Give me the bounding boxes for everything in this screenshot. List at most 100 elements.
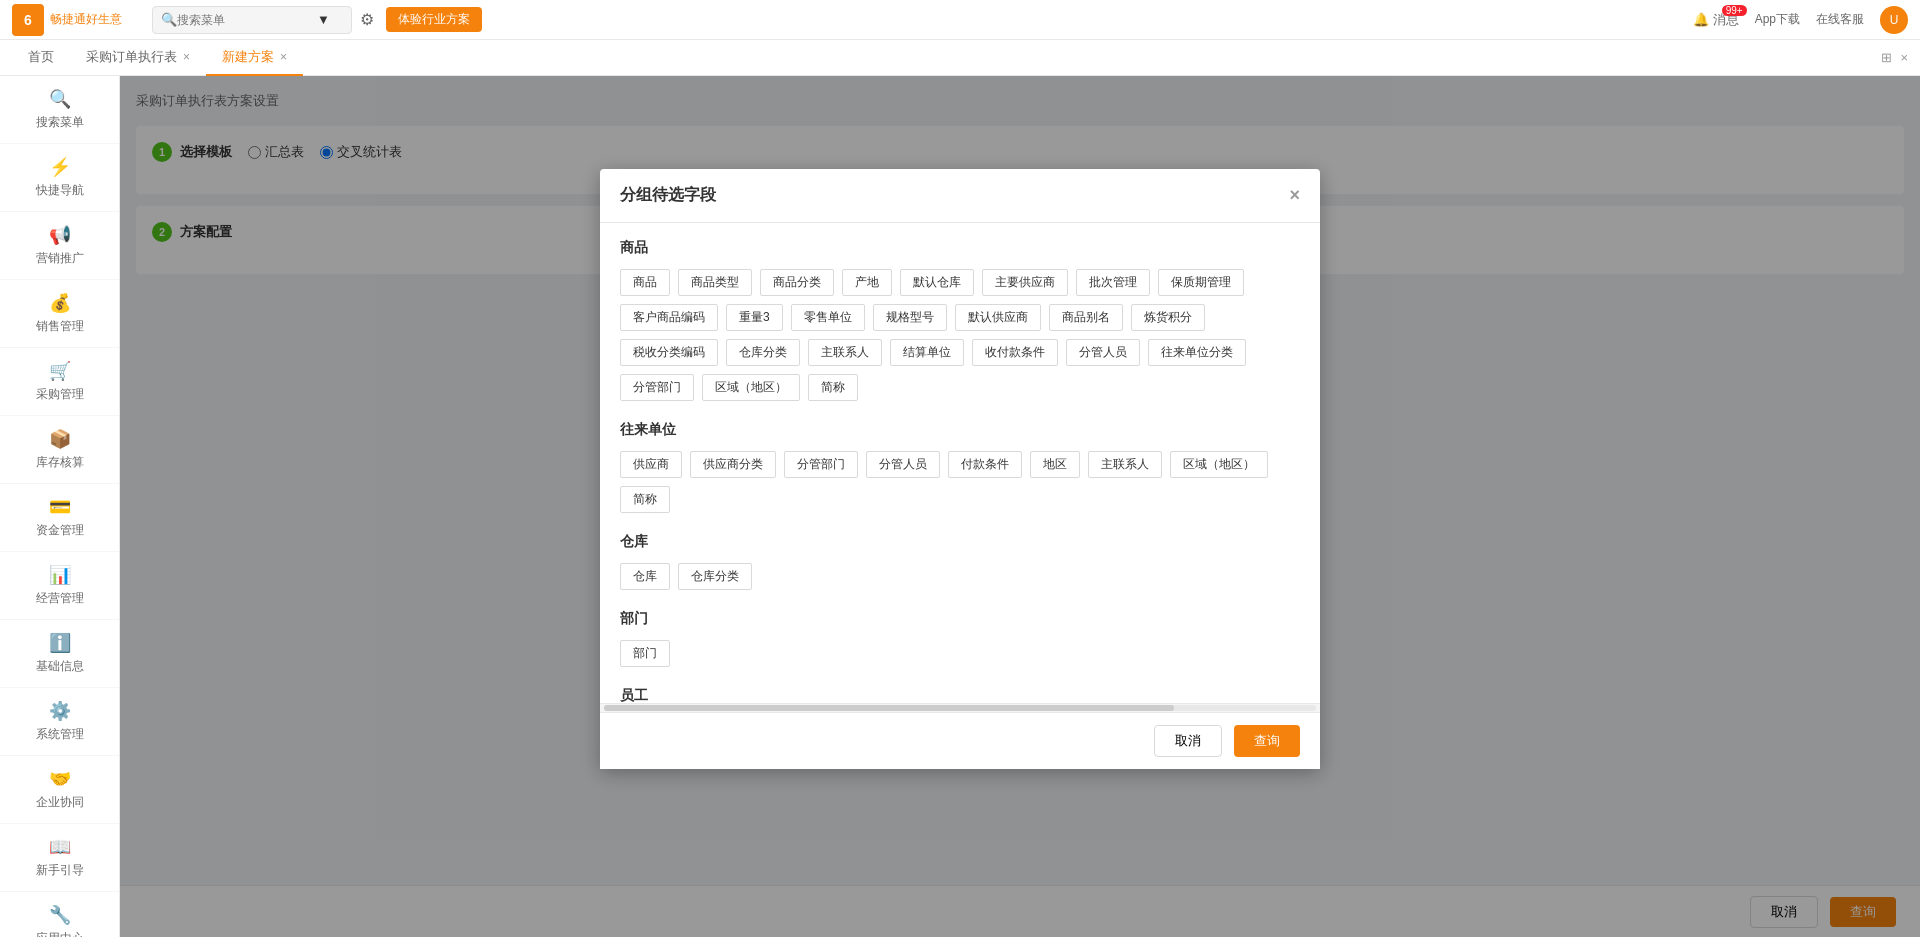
section-employee-title: 员工 <box>620 687 1300 703</box>
section-warehouse: 仓库 仓库 仓库分类 <box>620 533 1300 590</box>
field-tag[interactable]: 商品分类 <box>760 269 834 296</box>
sidebar-item-enterprise[interactable]: 🤝 企业协同 <box>0 756 119 824</box>
field-tag[interactable]: 结算单位 <box>890 339 964 366</box>
tab-home[interactable]: 首页 <box>12 40 70 76</box>
sidebar-item-system[interactable]: ⚙️ 系统管理 <box>0 688 119 756</box>
field-tag[interactable]: 区域（地区） <box>1170 451 1268 478</box>
sidebar-item-guide[interactable]: 📖 新手引导 <box>0 824 119 892</box>
field-tag[interactable]: 分管部门 <box>784 451 858 478</box>
sidebar-item-quicknav[interactable]: ⚡ 快捷导航 <box>0 144 119 212</box>
tab-close-all-icon[interactable]: × <box>1900 50 1908 65</box>
logo-icon: 6 <box>12 4 44 36</box>
finance-icon: 💳 <box>49 496 71 518</box>
dropdown-icon[interactable]: ▼ <box>317 12 330 27</box>
system-icon: ⚙️ <box>49 700 71 722</box>
field-tag[interactable]: 商品别名 <box>1049 304 1123 331</box>
tab-expand-icon[interactable]: ⊞ <box>1881 50 1892 65</box>
field-tag[interactable]: 保质期管理 <box>1158 269 1244 296</box>
app-download-link[interactable]: App下载 <box>1755 11 1800 28</box>
marketing-icon: 📢 <box>49 224 71 246</box>
sidebar-item-label: 采购管理 <box>36 386 84 403</box>
field-tag[interactable]: 简称 <box>620 486 670 513</box>
search-bar[interactable]: 🔍 ▼ <box>152 6 352 34</box>
field-tag[interactable]: 仓库 <box>620 563 670 590</box>
inventory-icon: 📦 <box>49 428 71 450</box>
field-tag[interactable]: 供应商分类 <box>690 451 776 478</box>
field-tag[interactable]: 付款条件 <box>948 451 1022 478</box>
notification-btn[interactable]: 🔔 消息 99+ <box>1693 11 1739 29</box>
gear-icon[interactable]: ⚙ <box>360 10 374 29</box>
field-tag[interactable]: 主要供应商 <box>982 269 1068 296</box>
modal-footer: 取消 查询 <box>600 712 1320 769</box>
search-menu-icon: 🔍 <box>49 88 71 110</box>
modal-close-btn[interactable]: × <box>1289 185 1300 206</box>
field-tag[interactable]: 供应商 <box>620 451 682 478</box>
sidebar-item-search[interactable]: 🔍 搜索菜单 <box>0 76 119 144</box>
sidebar-item-operations[interactable]: 📊 经营管理 <box>0 552 119 620</box>
field-tag[interactable]: 商品 <box>620 269 670 296</box>
field-tag[interactable]: 简称 <box>808 374 858 401</box>
field-tag[interactable]: 批次管理 <box>1076 269 1150 296</box>
field-tag[interactable]: 税收分类编码 <box>620 339 718 366</box>
section-department-tags: 部门 <box>620 640 1300 667</box>
field-tag[interactable]: 重量3 <box>726 304 783 331</box>
field-tag[interactable]: 商品类型 <box>678 269 752 296</box>
sidebar-item-basic-info[interactable]: ℹ️ 基础信息 <box>0 620 119 688</box>
field-tag[interactable]: 往来单位分类 <box>1148 339 1246 366</box>
notification-icon: 🔔 <box>1693 12 1709 27</box>
sales-icon: 💰 <box>49 292 71 314</box>
sidebar-item-label: 销售管理 <box>36 318 84 335</box>
section-department-title: 部门 <box>620 610 1300 628</box>
field-tag[interactable]: 地区 <box>1030 451 1080 478</box>
field-tag[interactable]: 炼货积分 <box>1131 304 1205 331</box>
tab-controls: ⊞ × <box>1881 50 1908 65</box>
sidebar-item-label: 营销推广 <box>36 250 84 267</box>
tab-purchase-order[interactable]: 采购订单执行表 × <box>70 40 206 76</box>
logo-area: 6 畅捷通好生意 <box>12 4 132 36</box>
sidebar-item-label: 企业协同 <box>36 794 84 811</box>
field-tag[interactable]: 主联系人 <box>808 339 882 366</box>
sidebar-item-marketing[interactable]: 📢 营销推广 <box>0 212 119 280</box>
field-tag[interactable]: 规格型号 <box>873 304 947 331</box>
modal-title: 分组待选字段 <box>620 185 716 206</box>
field-tag[interactable]: 分管人员 <box>866 451 940 478</box>
basic-info-icon: ℹ️ <box>49 632 71 654</box>
tab-bar: 首页 采购订单执行表 × 新建方案 × ⊞ × <box>0 40 1920 76</box>
field-tag[interactable]: 分管部门 <box>620 374 694 401</box>
sidebar-item-finance[interactable]: 💳 资金管理 <box>0 484 119 552</box>
sidebar-item-label: 库存核算 <box>36 454 84 471</box>
field-tag[interactable]: 区域（地区） <box>702 374 800 401</box>
sidebar-item-inventory[interactable]: 📦 库存核算 <box>0 416 119 484</box>
experience-btn[interactable]: 体验行业方案 <box>386 7 482 32</box>
field-tag[interactable]: 主联系人 <box>1088 451 1162 478</box>
field-tag[interactable]: 零售单位 <box>791 304 865 331</box>
sidebar-item-sales[interactable]: 💰 销售管理 <box>0 280 119 348</box>
field-tag[interactable]: 收付款条件 <box>972 339 1058 366</box>
tab-new-plan[interactable]: 新建方案 × <box>206 40 303 76</box>
field-tag[interactable]: 产地 <box>842 269 892 296</box>
modal-header: 分组待选字段 × <box>600 169 1320 223</box>
field-tag[interactable]: 默认仓库 <box>900 269 974 296</box>
top-header: 6 畅捷通好生意 🔍 ▼ ⚙ 体验行业方案 🔔 消息 99+ App下载 在线客… <box>0 0 1920 40</box>
sidebar: 🔍 搜索菜单 ⚡ 快捷导航 📢 营销推广 💰 销售管理 🛒 采购管理 📦 库存核… <box>0 76 120 937</box>
field-tag[interactable]: 客户商品编码 <box>620 304 718 331</box>
field-tag[interactable]: 仓库分类 <box>678 563 752 590</box>
field-tag[interactable]: 仓库分类 <box>726 339 800 366</box>
modal-horizontal-scrollbar[interactable] <box>600 703 1320 712</box>
online-service-link[interactable]: 在线客服 <box>1816 11 1864 28</box>
section-partner-title: 往来单位 <box>620 421 1300 439</box>
sidebar-item-label: 经营管理 <box>36 590 84 607</box>
section-product-title: 商品 <box>620 239 1300 257</box>
search-input[interactable] <box>177 13 317 27</box>
field-tag[interactable]: 分管人员 <box>1066 339 1140 366</box>
notification-badge: 99+ <box>1722 5 1747 16</box>
field-tag[interactable]: 部门 <box>620 640 670 667</box>
modal-confirm-btn[interactable]: 查询 <box>1234 725 1300 757</box>
modal-cancel-btn[interactable]: 取消 <box>1154 725 1222 757</box>
tab-close-purchase[interactable]: × <box>183 50 190 64</box>
tab-close-new-plan[interactable]: × <box>280 50 287 64</box>
avatar[interactable]: U <box>1880 6 1908 34</box>
sidebar-item-appstore[interactable]: 🔧 应用中心 <box>0 892 119 937</box>
field-tag[interactable]: 默认供应商 <box>955 304 1041 331</box>
sidebar-item-purchase[interactable]: 🛒 采购管理 <box>0 348 119 416</box>
